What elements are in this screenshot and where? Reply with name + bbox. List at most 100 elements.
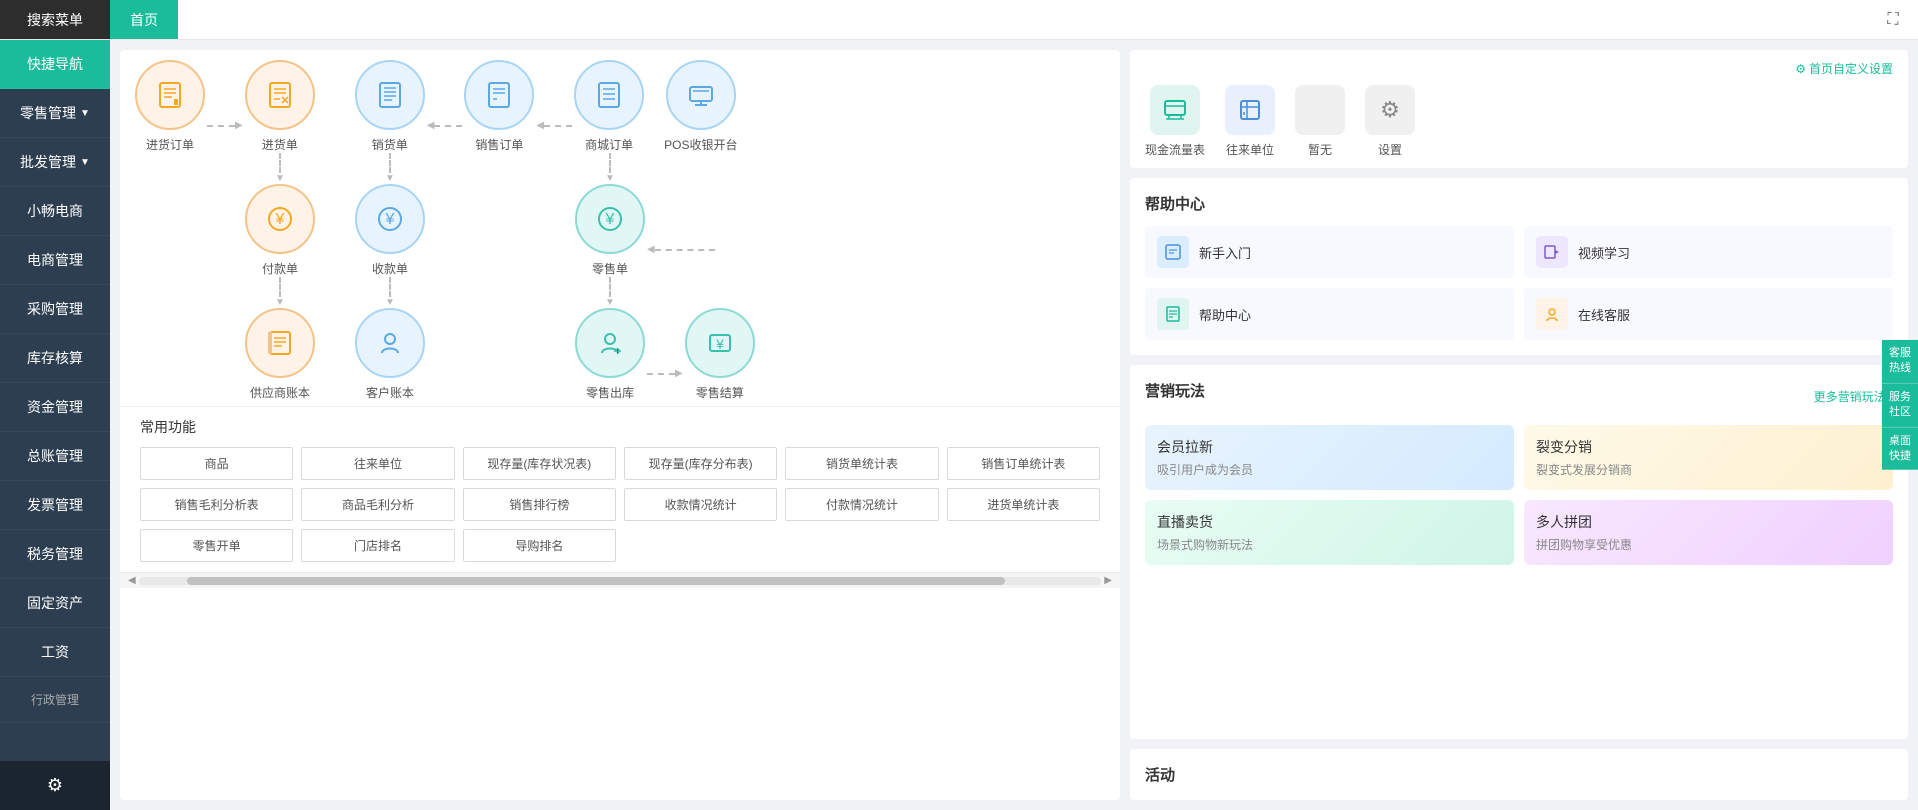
retail-outbound-label: 零售出库 xyxy=(586,384,634,401)
member-sub: 吸引用户成为会员 xyxy=(1157,461,1502,478)
quick-btn-inventory-dist[interactable]: 现存量(库存分布表) xyxy=(624,447,777,480)
quick-btn-purchase-stats[interactable]: 进货单统计表 xyxy=(947,488,1100,521)
help-item-beginner[interactable]: 新手入门 xyxy=(1145,226,1514,278)
sidebar-item-invoice[interactable]: 发票管理 xyxy=(0,481,110,530)
quick-btn-sales-stats[interactable]: 销货单统计表 xyxy=(785,447,938,480)
arrow-3: ◀ xyxy=(534,120,574,153)
marketing-item-group[interactable]: 多人拼团 拼团购物享受优惠 xyxy=(1524,500,1893,565)
top-bar: 搜索菜单 首页 ⛶ xyxy=(0,0,1918,40)
sidebar-item-quick-nav[interactable]: 快捷导航 xyxy=(0,40,110,89)
quick-functions-grid: 商品 往来单位 现存量(库存状况表) 现存量(库存分布表) 销货单统计表 销售订… xyxy=(140,447,1100,562)
float-btn-customer-service[interactable]: 客服热线 xyxy=(1882,340,1918,384)
sidebar-item-inventory[interactable]: 库存核算 xyxy=(0,334,110,383)
scrollbar[interactable]: ◀ ▶ xyxy=(120,572,1120,588)
quick-functions: 常用功能 商品 往来单位 现存量(库存状况表) 现存量(库存分布表) 销货单统计… xyxy=(120,406,1120,572)
settings-icon: ⚙ xyxy=(47,775,63,796)
marketing-item-split[interactable]: 裂变分销 裂变式发展分销商 xyxy=(1524,425,1893,490)
live-sub: 场景式购物新玩法 xyxy=(1157,536,1502,553)
pos-cashier-icon[interactable] xyxy=(666,60,736,130)
mall-order-down: ▼ xyxy=(575,153,645,184)
pos-arrow: ◀ xyxy=(645,244,717,277)
scrollbar-track[interactable] xyxy=(139,577,1102,585)
quick-icon-none[interactable]: 暂无 xyxy=(1295,85,1345,158)
quick-icon-cash-flow[interactable]: 现金流量表 xyxy=(1145,85,1205,158)
purchase-order-icon[interactable] xyxy=(135,60,205,130)
marketing-item-live[interactable]: 直播卖货 场景式购物新玩法 xyxy=(1145,500,1514,565)
quick-icon-contacts[interactable]: 往来单位 xyxy=(1225,85,1275,158)
quick-btn-goods[interactable]: 商品 xyxy=(140,447,293,480)
customer-account-icon[interactable] xyxy=(355,308,425,378)
quick-btn-store-rank[interactable]: 门店排名 xyxy=(301,529,454,562)
receipt-slip-label: 收款单 xyxy=(372,260,408,277)
scroll-left[interactable]: ◀ xyxy=(125,575,139,586)
receipt-slip-icon[interactable]: ¥ xyxy=(355,184,425,254)
marketing-item-member[interactable]: 会员拉新 吸引用户成为会员 xyxy=(1145,425,1514,490)
retail-outbound-icon[interactable] xyxy=(575,308,645,378)
spacer-a xyxy=(205,153,245,184)
sales-order-label: 销售订单 xyxy=(475,136,523,153)
customize-link[interactable]: ⚙ 首页自定义设置 xyxy=(1795,60,1893,77)
content-area: 进货订单 ▶ 进货单 xyxy=(110,40,1918,810)
marketing-grid: 会员拉新 吸引用户成为会员 裂变分销 裂变式发展分销商 直播卖货 场景式购物新玩… xyxy=(1145,425,1893,565)
retail-mgmt-arrow: ▼ xyxy=(80,108,90,119)
supplier-account-icon[interactable] xyxy=(245,308,315,378)
settings-label: 设置 xyxy=(1378,141,1402,158)
sidebar-item-xc-ecom[interactable]: 小畅电商 xyxy=(0,187,110,236)
quick-btn-retail-order[interactable]: 零售开单 xyxy=(140,529,293,562)
quick-btn-guide-rank[interactable]: 导购排名 xyxy=(463,529,616,562)
retail-settle-label: 零售结算 xyxy=(696,384,744,401)
search-menu-button[interactable]: 搜索菜单 xyxy=(0,0,110,39)
sidebar-item-more[interactable]: 行政管理 xyxy=(0,677,110,723)
quick-btn-sales-order-stats[interactable]: 销售订单统计表 xyxy=(947,447,1100,480)
sidebar-item-retail-mgmt[interactable]: 零售管理 ▼ xyxy=(0,89,110,138)
left-panel: 进货订单 ▶ 进货单 xyxy=(120,50,1120,800)
purchase-order-label: 进货订单 xyxy=(146,136,194,153)
quick-icon-settings[interactable]: ⚙ 设置 xyxy=(1365,85,1415,158)
supplier-account-label: 供应商账本 xyxy=(250,384,310,401)
sidebar-item-finance[interactable]: 资金管理 xyxy=(0,383,110,432)
cash-flow-icon-box xyxy=(1150,85,1200,135)
sidebar-settings-button[interactable]: ⚙ xyxy=(0,761,110,810)
sidebar-item-tax[interactable]: 税务管理 xyxy=(0,530,110,579)
retail-slip-label: 零售单 xyxy=(592,260,628,277)
quick-btn-sales-rank[interactable]: 销售排行榜 xyxy=(463,488,616,521)
sales-order-icon[interactable] xyxy=(464,60,534,130)
home-tab[interactable]: 首页 xyxy=(110,0,178,39)
sidebar-item-general-ledger[interactable]: 总账管理 xyxy=(0,432,110,481)
floating-buttons: 客服热线 服务社区 桌面快捷 xyxy=(1882,340,1918,470)
purchase-slip-icon[interactable] xyxy=(245,60,315,130)
help-center-section: 帮助中心 新手入门 视频学习 xyxy=(1130,178,1908,355)
sidebar-item-purchase-mgmt[interactable]: 采购管理 xyxy=(0,285,110,334)
sidebar-item-payroll[interactable]: 工资 xyxy=(0,628,110,677)
receipt-down: ▼ xyxy=(355,277,425,308)
top-bar-spacer xyxy=(178,0,1878,39)
group-sub: 拼团购物享受优惠 xyxy=(1536,536,1881,553)
spacer-v2-3 xyxy=(425,277,575,308)
quick-btn-inventory-status[interactable]: 现存量(库存状况表) xyxy=(463,447,616,480)
spacer-v2-2 xyxy=(315,277,355,308)
quick-btn-payment-stats[interactable]: 付款情况统计 xyxy=(785,488,938,521)
help-item-helpcenter[interactable]: 帮助中心 xyxy=(1145,288,1514,340)
help-item-online-support[interactable]: 在线客服 xyxy=(1524,288,1893,340)
help-item-video[interactable]: 视频学习 xyxy=(1524,226,1893,278)
arrow-2: ◀ xyxy=(425,120,465,153)
retail-slip-icon[interactable]: ¥ xyxy=(575,184,645,254)
live-title: 直播卖货 xyxy=(1157,512,1502,532)
sidebar-item-ecom-mgmt[interactable]: 电商管理 xyxy=(0,236,110,285)
mall-order-icon[interactable] xyxy=(574,60,644,130)
retail-settle-icon[interactable]: ¥ xyxy=(685,308,755,378)
float-btn-community[interactable]: 服务社区 xyxy=(1882,384,1918,428)
retail-slip-down: ▼ xyxy=(575,277,645,308)
scrollbar-thumb[interactable] xyxy=(187,577,1005,585)
payment-slip-icon[interactable]: ¥ xyxy=(245,184,315,254)
quick-btn-contacts[interactable]: 往来单位 xyxy=(301,447,454,480)
quick-btn-receipt-stats[interactable]: 收款情况统计 xyxy=(624,488,777,521)
quick-btn-sales-margin[interactable]: 销售毛利分析表 xyxy=(140,488,293,521)
sidebar-item-fixed-assets[interactable]: 固定资产 xyxy=(0,579,110,628)
quick-btn-goods-margin[interactable]: 商品毛利分析 xyxy=(301,488,454,521)
fullscreen-button[interactable]: ⛶ xyxy=(1878,5,1908,35)
scroll-right[interactable]: ▶ xyxy=(1101,575,1115,586)
sidebar-item-wholesale-mgmt[interactable]: 批发管理 ▼ xyxy=(0,138,110,187)
float-btn-desktop[interactable]: 桌面快捷 xyxy=(1882,427,1918,470)
sales-slip-icon[interactable] xyxy=(355,60,425,130)
